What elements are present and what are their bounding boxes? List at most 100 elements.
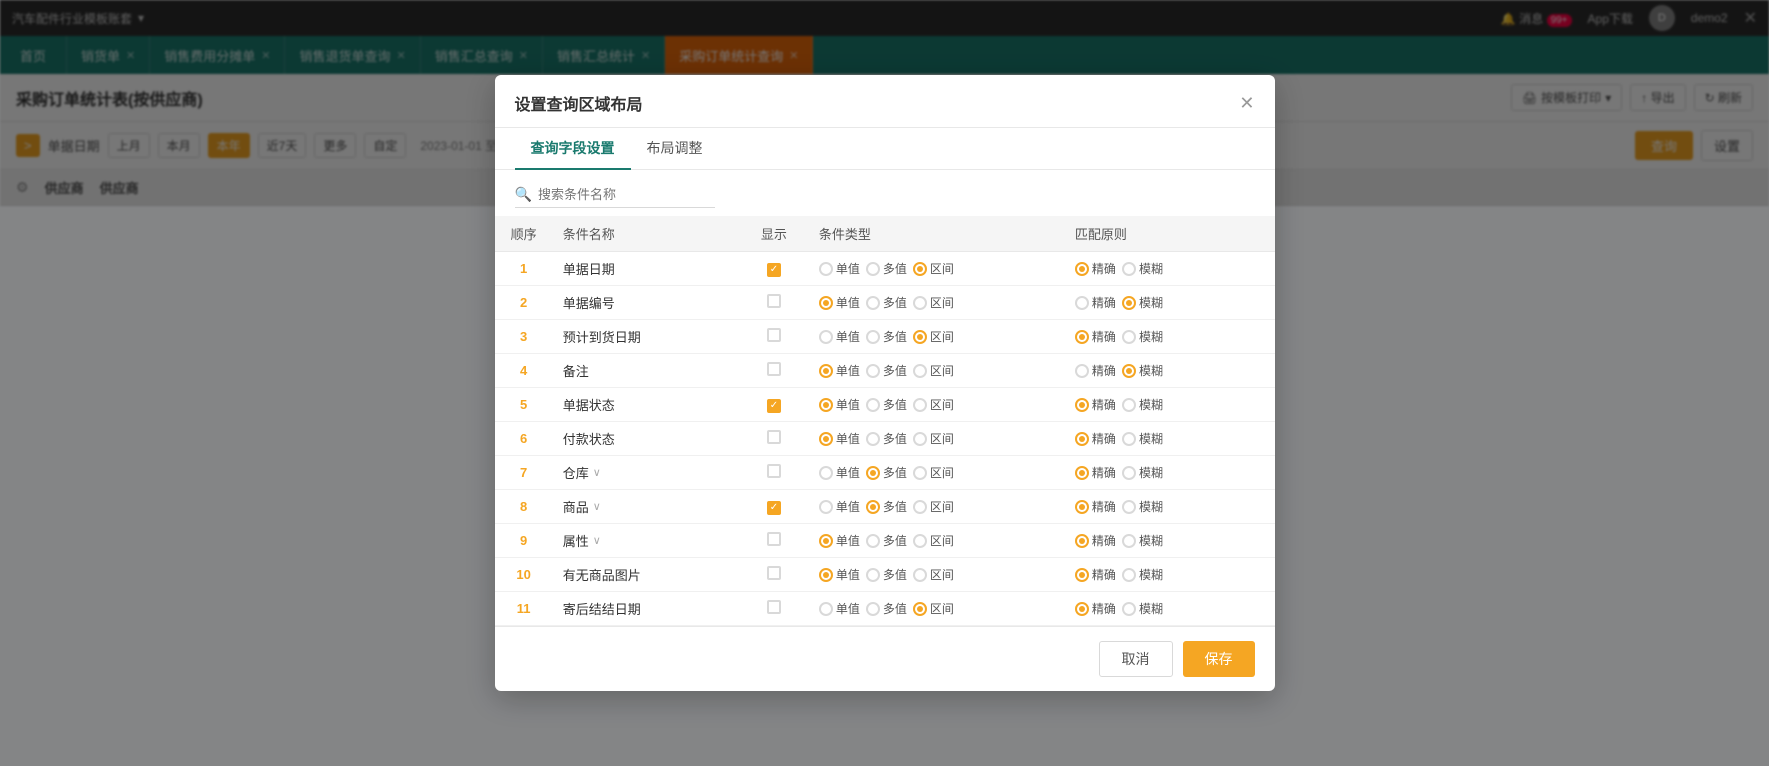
dialog-tab-layout[interactable]: 布局调整 [631, 128, 719, 170]
cell-display[interactable] [739, 592, 809, 626]
radio-type-多值[interactable]: 多值 [866, 464, 907, 481]
radio-match-精确[interactable]: 精确 [1075, 396, 1116, 413]
condition-name-text: 寄后结结日期 [563, 599, 641, 618]
radio-match-模糊[interactable]: 模糊 [1122, 260, 1163, 277]
cell-display[interactable] [739, 490, 809, 524]
display-checkbox[interactable] [767, 263, 781, 277]
radio-type-多值[interactable]: 多值 [866, 430, 907, 447]
display-checkbox[interactable] [767, 328, 781, 342]
radio-type-区间[interactable]: 区间 [913, 362, 954, 379]
radio-type-多值[interactable]: 多值 [866, 498, 907, 515]
radio-match-模糊[interactable]: 模糊 [1122, 294, 1163, 311]
radio-type-区间[interactable]: 区间 [913, 294, 954, 311]
radio-circle [866, 534, 880, 548]
radio-match-精确[interactable]: 精确 [1075, 430, 1116, 447]
display-checkbox[interactable] [767, 362, 781, 376]
radio-type-区间[interactable]: 区间 [913, 566, 954, 583]
radio-circle [866, 568, 880, 582]
dialog-tab-field-settings[interactable]: 查询字段设置 [515, 128, 631, 170]
radio-type-单值[interactable]: 单值 [819, 260, 860, 277]
radio-type-单值[interactable]: 单值 [819, 430, 860, 447]
type-radio-group: 单值 多值 区间 [819, 328, 1055, 345]
display-checkbox[interactable] [767, 566, 781, 580]
display-checkbox[interactable] [767, 430, 781, 444]
radio-type-多值[interactable]: 多值 [866, 260, 907, 277]
radio-circle [819, 296, 833, 310]
display-checkbox[interactable] [767, 600, 781, 614]
radio-type-单值[interactable]: 单值 [819, 464, 860, 481]
cell-display[interactable] [739, 252, 809, 286]
radio-type-单值[interactable]: 单值 [819, 396, 860, 413]
radio-match-模糊[interactable]: 模糊 [1122, 532, 1163, 549]
conditions-table: 顺序 条件名称 显示 条件类型 匹配原则 1 单据日期 [495, 216, 1275, 626]
radio-match-模糊[interactable]: 模糊 [1122, 464, 1163, 481]
radio-circle [1075, 568, 1089, 582]
search-input[interactable] [538, 187, 698, 202]
display-checkbox[interactable] [767, 399, 781, 413]
cell-name: 属性 ∨ [553, 524, 739, 558]
radio-type-区间[interactable]: 区间 [913, 498, 954, 515]
radio-match-模糊[interactable]: 模糊 [1122, 362, 1163, 379]
radio-match-精确[interactable]: 精确 [1075, 260, 1116, 277]
condition-name-text: 付款状态 [563, 429, 615, 448]
radio-type-区间[interactable]: 区间 [913, 430, 954, 447]
cell-match: 精确 模糊 [1065, 524, 1275, 558]
cell-display[interactable] [739, 388, 809, 422]
match-radio-group: 精确 模糊 [1075, 464, 1265, 481]
radio-type-区间[interactable]: 区间 [913, 328, 954, 345]
radio-type-单值[interactable]: 单值 [819, 498, 860, 515]
cell-display[interactable] [739, 524, 809, 558]
radio-type-单值[interactable]: 单值 [819, 600, 860, 617]
radio-match-模糊[interactable]: 模糊 [1122, 396, 1163, 413]
match-radio-group: 精确 模糊 [1075, 260, 1265, 277]
save-button[interactable]: 保存 [1183, 641, 1255, 677]
display-checkbox[interactable] [767, 294, 781, 308]
cell-display[interactable] [739, 320, 809, 354]
cell-name: 有无商品图片 [553, 558, 739, 592]
radio-match-模糊[interactable]: 模糊 [1122, 430, 1163, 447]
dialog-close-button[interactable]: ✕ [1239, 93, 1254, 114]
cell-name: 寄后结结日期 [553, 592, 739, 626]
radio-match-模糊[interactable]: 模糊 [1122, 566, 1163, 583]
type-radio-group: 单值 多值 区间 [819, 430, 1055, 447]
display-checkbox[interactable] [767, 464, 781, 478]
radio-type-单值[interactable]: 单值 [819, 566, 860, 583]
radio-type-单值[interactable]: 单值 [819, 362, 860, 379]
radio-type-区间[interactable]: 区间 [913, 464, 954, 481]
radio-type-多值[interactable]: 多值 [866, 362, 907, 379]
cell-display[interactable] [739, 286, 809, 320]
radio-match-精确[interactable]: 精确 [1075, 566, 1116, 583]
radio-match-精确[interactable]: 精确 [1075, 294, 1116, 311]
cell-display[interactable] [739, 422, 809, 456]
cell-display[interactable] [739, 558, 809, 592]
cell-display[interactable] [739, 354, 809, 388]
radio-type-区间[interactable]: 区间 [913, 600, 954, 617]
cancel-button[interactable]: 取消 [1099, 641, 1173, 677]
cell-match: 精确 模糊 [1065, 286, 1275, 320]
radio-type-多值[interactable]: 多值 [866, 294, 907, 311]
radio-match-精确[interactable]: 精确 [1075, 464, 1116, 481]
radio-type-区间[interactable]: 区间 [913, 532, 954, 549]
radio-type-多值[interactable]: 多值 [866, 566, 907, 583]
radio-match-精确[interactable]: 精确 [1075, 362, 1116, 379]
display-checkbox[interactable] [767, 501, 781, 515]
radio-match-精确[interactable]: 精确 [1075, 532, 1116, 549]
display-checkbox[interactable] [767, 532, 781, 546]
radio-type-单值[interactable]: 单值 [819, 532, 860, 549]
radio-type-区间[interactable]: 区间 [913, 260, 954, 277]
radio-type-多值[interactable]: 多值 [866, 600, 907, 617]
radio-type-区间[interactable]: 区间 [913, 396, 954, 413]
radio-match-精确[interactable]: 精确 [1075, 328, 1116, 345]
search-row: 🔍 [495, 170, 1275, 216]
radio-type-多值[interactable]: 多值 [866, 396, 907, 413]
radio-type-单值[interactable]: 单值 [819, 328, 860, 345]
radio-match-模糊[interactable]: 模糊 [1122, 498, 1163, 515]
radio-match-精确[interactable]: 精确 [1075, 600, 1116, 617]
radio-match-模糊[interactable]: 模糊 [1122, 328, 1163, 345]
radio-type-多值[interactable]: 多值 [866, 532, 907, 549]
radio-type-多值[interactable]: 多值 [866, 328, 907, 345]
radio-type-单值[interactable]: 单值 [819, 294, 860, 311]
radio-match-模糊[interactable]: 模糊 [1122, 600, 1163, 617]
cell-display[interactable] [739, 456, 809, 490]
radio-match-精确[interactable]: 精确 [1075, 498, 1116, 515]
